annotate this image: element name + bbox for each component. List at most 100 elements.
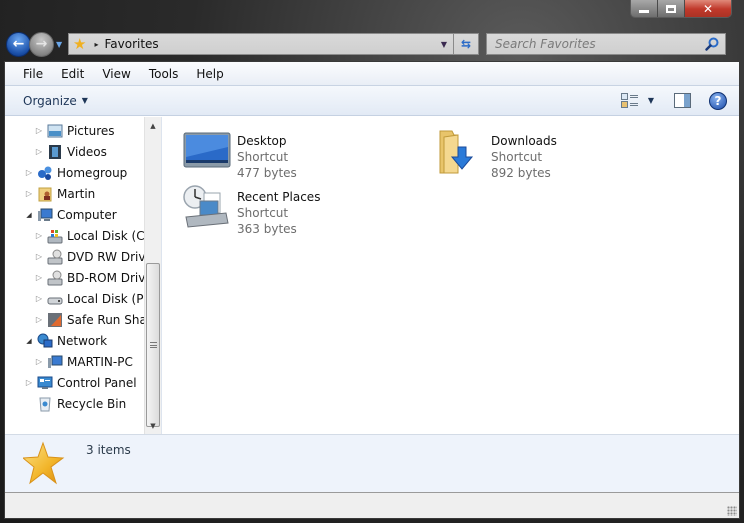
scroll-up-button[interactable]: ▲ [145, 117, 161, 134]
chevron-down-icon: ▼ [81, 96, 88, 105]
main-area: ▷ Pictures ▷ Videos ▷ Homegroup ▷ Martin… [5, 117, 739, 434]
minimize-button[interactable] [631, 0, 658, 17]
bd-drive-icon [47, 270, 63, 286]
tree-item-martin-pc[interactable]: ▷ MARTIN-PC [5, 351, 161, 372]
pc-icon [47, 354, 63, 370]
organize-button[interactable]: Organize ▼ [23, 94, 88, 108]
tree-item-safe-run-share[interactable]: ▷ Safe Run Share [5, 309, 161, 330]
tree-item-martin[interactable]: ▷ Martin [5, 183, 161, 204]
control-panel-icon [37, 375, 53, 391]
resize-grip-icon[interactable] [727, 506, 737, 516]
expand-arrow-icon[interactable]: ▷ [34, 315, 44, 324]
tree-item-pictures[interactable]: ▷ Pictures [5, 120, 161, 141]
address-history-dropdown[interactable]: ▼ [441, 40, 447, 49]
navigation-bar: ← → ▼ ★ ▸ Favorites ▼ ⇆ [6, 31, 736, 57]
breadcrumb-separator-icon[interactable]: ▸ [94, 40, 98, 49]
scroll-down-button[interactable]: ▼ [145, 417, 161, 434]
address-bar[interactable]: ★ ▸ Favorites ▼ [68, 33, 454, 55]
computer-icon [37, 207, 53, 223]
refresh-button[interactable]: ⇆ [454, 33, 479, 55]
tree-item-label: Homegroup [57, 165, 128, 180]
scrollbar-thumb[interactable] [146, 263, 160, 427]
desktop-icon [182, 127, 232, 175]
window-caption-buttons: ✕ [630, 0, 732, 18]
menu-tools[interactable]: Tools [149, 67, 179, 81]
breadcrumb-favorites[interactable]: Favorites [104, 37, 158, 51]
tree-item-network[interactable]: ◢ Network [5, 330, 161, 351]
file-size: 477 bytes [237, 166, 297, 180]
favorites-star-icon [23, 441, 65, 485]
menu-help[interactable]: Help [196, 67, 223, 81]
tree-item-label: Videos [67, 144, 107, 159]
file-list: Desktop Shortcut 477 bytes Downloads Sho… [162, 117, 739, 434]
expand-arrow-icon[interactable]: ▷ [24, 378, 34, 387]
maximize-button[interactable] [658, 0, 685, 17]
details-pane: 3 items [5, 434, 739, 492]
collapse-arrow-icon[interactable]: ◢ [24, 211, 34, 219]
preview-pane-icon[interactable] [674, 93, 691, 108]
recent-pages-dropdown[interactable]: ▼ [56, 40, 66, 49]
organize-label: Organize [23, 93, 77, 108]
tree-item-local-disk-c[interactable]: ▷ Local Disk (C:) [5, 225, 161, 246]
file-name: Desktop [237, 134, 287, 148]
expand-arrow-icon[interactable]: ▷ [24, 189, 34, 198]
help-icon[interactable]: ? [709, 91, 727, 110]
file-item-recent-places[interactable]: Recent Places Shortcut 363 bytes [182, 183, 320, 237]
tree-item-homegroup[interactable]: ▷ Homegroup [5, 162, 161, 183]
command-bar: Organize ▼ ▼ ? [5, 86, 739, 116]
tree-item-bd-rom-drive[interactable]: ▷ BD-ROM Drive [5, 267, 161, 288]
view-options-dropdown[interactable]: ▼ [648, 96, 654, 105]
tree-item-control-panel[interactable]: ▷ Control Panel [5, 372, 161, 393]
tree-item-label: Local Disk (P:) [67, 291, 153, 306]
tree-item-local-disk-p[interactable]: ▷ Local Disk (P:) [5, 288, 161, 309]
close-button[interactable]: ✕ [685, 0, 731, 17]
refresh-icon: ⇆ [460, 37, 472, 51]
navigation-pane: ▷ Pictures ▷ Videos ▷ Homegroup ▷ Martin… [5, 117, 162, 434]
expand-arrow-icon[interactable]: ▷ [34, 252, 44, 261]
arrow-left-icon: ← [12, 36, 25, 52]
status-bar [5, 492, 739, 518]
videos-library-icon [47, 144, 63, 160]
forward-button[interactable]: → [29, 31, 54, 57]
tree-item-dvd-rw-drive[interactable]: ▷ DVD RW Drive [5, 246, 161, 267]
navpane-scrollbar[interactable]: ▲ ▼ [144, 117, 161, 434]
tree-item-label: Pictures [67, 123, 115, 138]
favorites-star-icon: ★ [73, 35, 87, 53]
expand-arrow-icon[interactable]: ▷ [34, 231, 44, 240]
system-drive-icon [47, 228, 63, 244]
search-box [486, 33, 726, 55]
expand-arrow-icon[interactable]: ▷ [34, 294, 44, 303]
pictures-library-icon [47, 123, 63, 139]
tree-item-label: DVD RW Drive [67, 249, 153, 264]
network-icon [37, 333, 53, 349]
search-input[interactable] [487, 37, 687, 51]
change-view-icon[interactable] [620, 92, 639, 109]
collapse-arrow-icon[interactable]: ◢ [24, 337, 34, 345]
expand-arrow-icon[interactable]: ▷ [24, 168, 34, 177]
expand-arrow-icon[interactable]: ▷ [34, 357, 44, 366]
expand-arrow-icon[interactable]: ▷ [34, 126, 44, 135]
tree-item-recycle-bin[interactable]: Recycle Bin [5, 393, 161, 414]
folder-tree: ▷ Pictures ▷ Videos ▷ Homegroup ▷ Martin… [5, 117, 161, 414]
search-icon[interactable] [705, 37, 719, 51]
file-size: 363 bytes [237, 222, 297, 236]
menu-edit[interactable]: Edit [61, 67, 84, 81]
drive-icon [47, 291, 63, 307]
close-icon: ✕ [702, 2, 714, 16]
homegroup-icon [37, 165, 53, 181]
tree-item-label: Local Disk (C:) [67, 228, 154, 243]
tree-item-videos[interactable]: ▷ Videos [5, 141, 161, 162]
tree-item-label: Network [57, 333, 108, 348]
tree-item-computer[interactable]: ◢ Computer [5, 204, 161, 225]
expand-arrow-icon[interactable]: ▷ [34, 273, 44, 282]
file-type: Shortcut [237, 150, 289, 164]
menu-view[interactable]: View [102, 67, 130, 81]
expand-arrow-icon[interactable]: ▷ [34, 147, 44, 156]
file-name: Recent Places [237, 190, 321, 204]
back-button[interactable]: ← [6, 31, 31, 57]
file-type: Shortcut [237, 206, 289, 220]
file-item-downloads[interactable]: Downloads Shortcut 892 bytes [436, 127, 557, 181]
share-icon [47, 312, 63, 328]
menu-file[interactable]: File [23, 67, 43, 81]
file-item-desktop[interactable]: Desktop Shortcut 477 bytes [182, 127, 297, 181]
